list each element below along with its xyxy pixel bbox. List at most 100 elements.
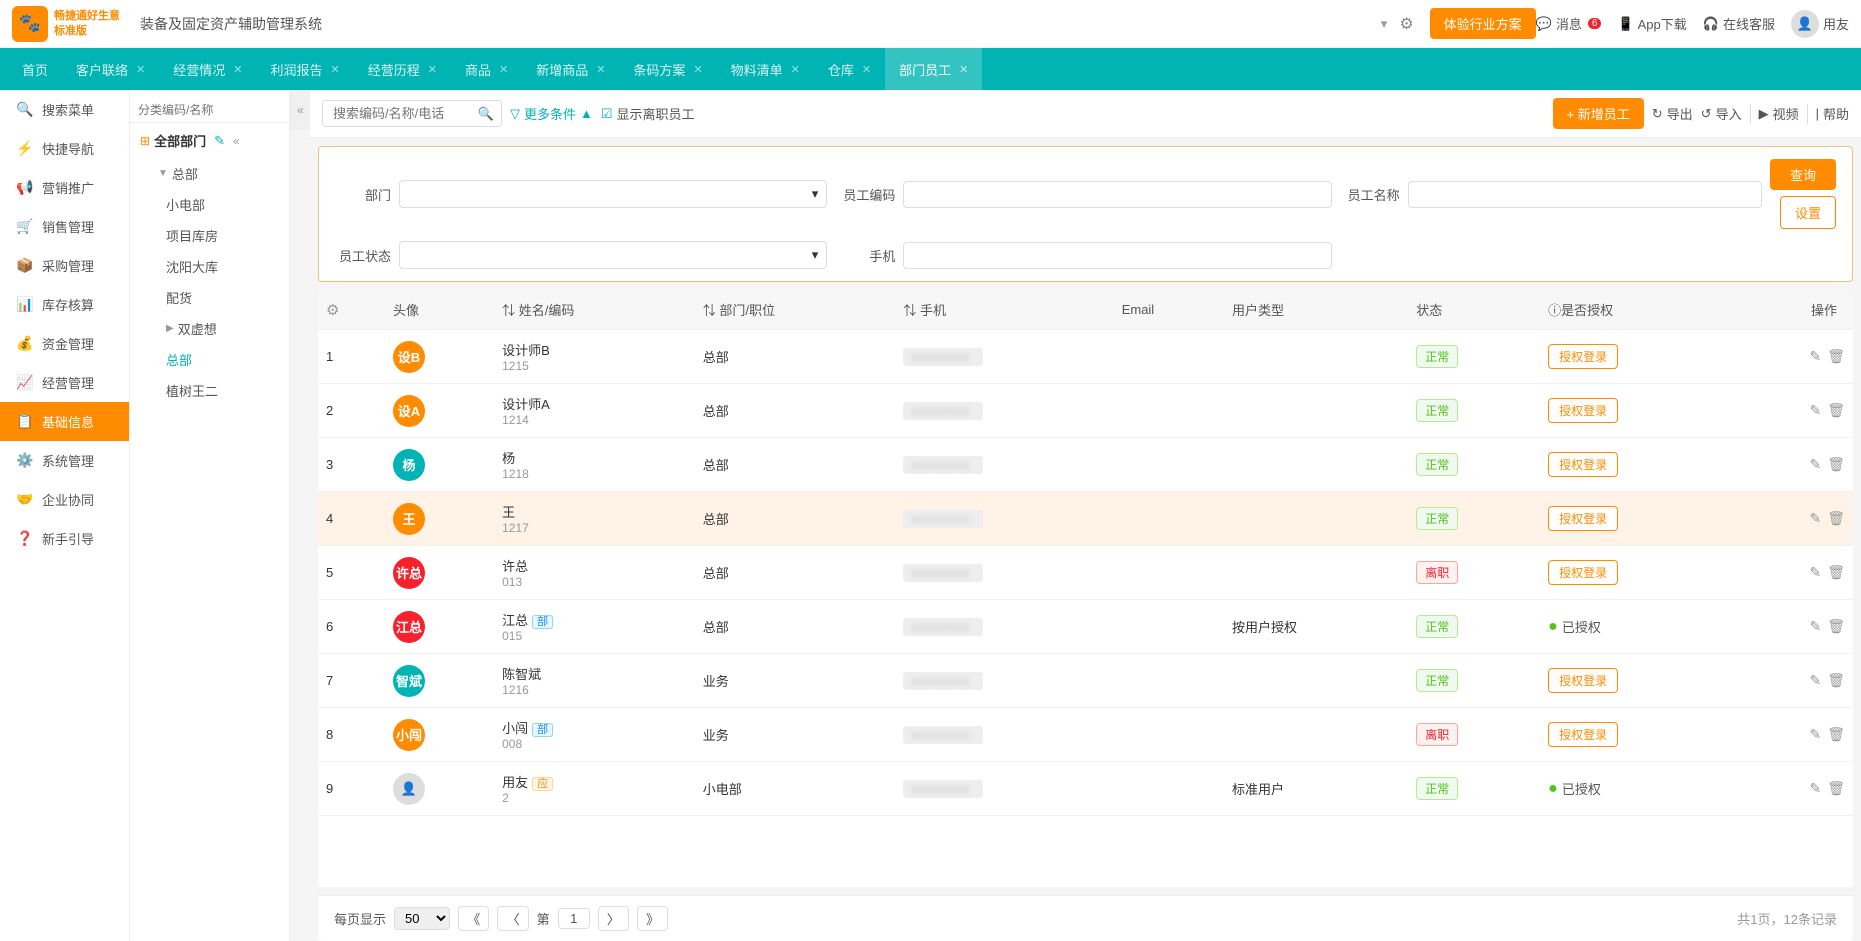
- col-phone[interactable]: ⇅ 手机: [895, 290, 1113, 330]
- edit-icon[interactable]: ✎: [1809, 348, 1821, 365]
- filter-empname-input[interactable]: [1408, 181, 1762, 208]
- tab-customer[interactable]: 客户联络 ✕: [62, 48, 159, 90]
- sidebar-item-finance[interactable]: 💰 资金管理: [0, 324, 129, 363]
- tab-new-goods[interactable]: 新增商品 ✕: [522, 48, 619, 90]
- sidebar-item-quicknav[interactable]: ⚡ 快捷导航: [0, 129, 129, 168]
- tab-employees[interactable]: 部门员工 ✕: [885, 48, 982, 90]
- tab-profit[interactable]: 利润报告 ✕: [256, 48, 353, 90]
- sidebar-item-inventory[interactable]: 📊 库存核算: [0, 285, 129, 324]
- message-btn[interactable]: 💬 消息 6: [1536, 14, 1602, 33]
- auth-button[interactable]: 授权登录: [1548, 344, 1618, 369]
- sidebar-item-basic[interactable]: 📋 基础信息: [0, 402, 129, 441]
- delete-icon[interactable]: 🗑: [1827, 618, 1845, 635]
- delete-icon[interactable]: 🗑: [1827, 456, 1845, 473]
- delete-icon[interactable]: 🗑: [1827, 402, 1845, 419]
- edit-icon[interactable]: ✎: [1809, 564, 1821, 581]
- next-page-btn[interactable]: 〉: [598, 906, 629, 931]
- dept-search-input[interactable]: [138, 103, 290, 117]
- delete-icon[interactable]: 🗑: [1827, 672, 1845, 689]
- sidebar-item-sales[interactable]: 🛒 销售管理: [0, 207, 129, 246]
- close-tab-operations[interactable]: ✕: [233, 63, 242, 76]
- auth-button[interactable]: 授权登录: [1548, 668, 1618, 693]
- delete-icon[interactable]: 🗑: [1827, 348, 1845, 365]
- search-button[interactable]: 🔍: [478, 106, 494, 122]
- delete-icon[interactable]: 🗑: [1827, 510, 1845, 527]
- close-tab-bom[interactable]: ✕: [791, 63, 800, 76]
- dept-node-xiaodian[interactable]: 小电部: [130, 189, 289, 220]
- tab-bom[interactable]: 物料清单 ✕: [717, 48, 814, 90]
- dept-node-zhishu[interactable]: 植树王二: [130, 375, 289, 406]
- reset-button[interactable]: 设置: [1780, 196, 1836, 229]
- video-button[interactable]: ▶ 视频: [1759, 104, 1799, 123]
- auth-button[interactable]: 授权登录: [1548, 398, 1618, 423]
- close-tab-profit[interactable]: ✕: [331, 63, 340, 76]
- app-download-btn[interactable]: 📱 App下载: [1617, 14, 1686, 33]
- user-avatar[interactable]: 👤 用友: [1791, 10, 1849, 38]
- show-resigned-toggle[interactable]: ☑ 显示离职员工: [601, 104, 695, 123]
- more-conditions-btn[interactable]: ▽ 更多条件 ▲: [510, 104, 593, 123]
- dept-node-shuangxu[interactable]: ▶ 双虚想: [130, 313, 289, 344]
- sidebar-item-operation[interactable]: 📈 经营管理: [0, 363, 129, 402]
- tab-history[interactable]: 经营历程 ✕: [354, 48, 451, 90]
- edit-icon[interactable]: ✎: [1809, 672, 1821, 689]
- collapse-tree-btn[interactable]: «: [290, 90, 310, 130]
- edit-icon[interactable]: ✎: [1809, 456, 1821, 473]
- col-name[interactable]: ⇅ 姓名/编码: [494, 290, 695, 330]
- edit-icon[interactable]: ✎: [1809, 726, 1821, 743]
- dept-node-project[interactable]: 项目库房: [130, 220, 289, 251]
- close-tab-employees[interactable]: ✕: [959, 63, 968, 76]
- add-employee-button[interactable]: + 新增员工: [1553, 98, 1644, 129]
- tab-operations[interactable]: 经营情况 ✕: [159, 48, 256, 90]
- filter-phone-input[interactable]: [903, 242, 1331, 269]
- auth-button[interactable]: 授权登录: [1548, 452, 1618, 477]
- filter-status-select[interactable]: ▾: [399, 241, 827, 269]
- col-dept[interactable]: ⇅ 部门/职位: [695, 290, 896, 330]
- close-tab-new-goods[interactable]: ✕: [596, 63, 605, 76]
- search-input[interactable]: [322, 100, 502, 127]
- filter-empcode-input[interactable]: [903, 181, 1331, 208]
- export-button[interactable]: ↻ 导出: [1652, 104, 1693, 123]
- edit-icon[interactable]: ✎: [1809, 780, 1821, 797]
- all-dept-header[interactable]: ⊞ 全部部门 ✎ «: [130, 123, 289, 158]
- edit-icon[interactable]: ✎: [1809, 618, 1821, 635]
- system-title-dropdown[interactable]: ▾: [1381, 16, 1388, 32]
- close-tab-customer[interactable]: ✕: [136, 63, 145, 76]
- close-tab-warehouse[interactable]: ✕: [862, 63, 871, 76]
- help-button[interactable]: | 帮助: [1816, 104, 1849, 123]
- close-tab-history[interactable]: ✕: [428, 63, 437, 76]
- first-page-btn[interactable]: 《: [458, 906, 489, 931]
- filter-dept-select[interactable]: ▾: [399, 180, 827, 208]
- delete-icon[interactable]: 🗑: [1827, 726, 1845, 743]
- delete-icon[interactable]: 🗑: [1827, 564, 1845, 581]
- last-page-btn[interactable]: 》: [637, 906, 668, 931]
- sidebar-item-marketing[interactable]: 📢 营销推广: [0, 168, 129, 207]
- auth-button[interactable]: 授权登录: [1548, 722, 1618, 747]
- dept-node-zb[interactable]: 总部: [130, 344, 289, 375]
- prev-page-btn[interactable]: 〈: [497, 906, 528, 931]
- auth-button[interactable]: 授权登录: [1548, 560, 1618, 585]
- dept-node-shenyang[interactable]: 沈阳大库: [130, 251, 289, 282]
- settings-icon[interactable]: ⚙: [1399, 14, 1413, 34]
- edit-icon[interactable]: ✎: [214, 133, 225, 149]
- settings-col-icon[interactable]: ⚙: [326, 302, 339, 319]
- tab-home[interactable]: 首页: [8, 48, 62, 90]
- delete-icon[interactable]: 🗑: [1827, 780, 1845, 797]
- sidebar-item-system[interactable]: ⚙️ 系统管理: [0, 441, 129, 480]
- col-settings[interactable]: ⚙: [318, 290, 385, 330]
- sidebar-item-guide[interactable]: ❓ 新手引导: [0, 519, 129, 558]
- query-button[interactable]: 查询: [1770, 159, 1836, 190]
- tab-warehouse[interactable]: 仓库 ✕: [814, 48, 885, 90]
- sidebar-item-search[interactable]: 🔍 搜索菜单: [0, 90, 129, 129]
- sidebar-item-purchase[interactable]: 📦 采购管理: [0, 246, 129, 285]
- import-button[interactable]: ↺ 导入: [1701, 104, 1742, 123]
- online-service-btn[interactable]: 🎧 在线客服: [1703, 14, 1775, 33]
- dept-node-peihuo[interactable]: 配货: [130, 282, 289, 313]
- tab-goods[interactable]: 商品 ✕: [451, 48, 522, 90]
- collapse-icon[interactable]: «: [233, 134, 240, 148]
- edit-icon[interactable]: ✎: [1809, 510, 1821, 527]
- page-size-select[interactable]: 50 20 100: [394, 907, 450, 930]
- trial-button[interactable]: 体验行业方案: [1430, 8, 1536, 39]
- tab-barcode[interactable]: 条码方案 ✕: [619, 48, 716, 90]
- sidebar-item-cooperation[interactable]: 🤝 企业协同: [0, 480, 129, 519]
- dept-node-zongbu[interactable]: ▼ 总部: [130, 158, 289, 189]
